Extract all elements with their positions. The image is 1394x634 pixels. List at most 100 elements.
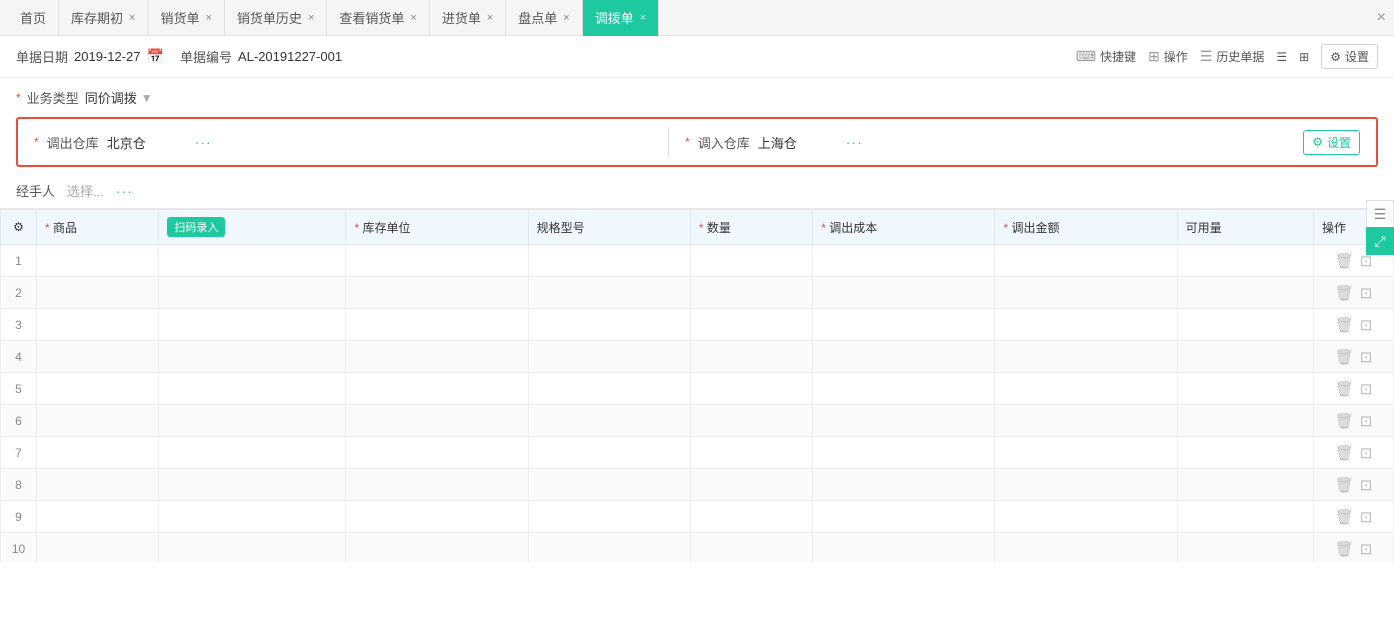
tab-close-transfer[interactable]: × [640, 12, 646, 24]
cell-amount[interactable] [995, 277, 1177, 309]
cell-available[interactable] [1177, 373, 1313, 405]
cell-qty[interactable] [690, 533, 812, 563]
operations-btn[interactable]: ⊞ 操作 [1148, 48, 1188, 65]
delete-icon[interactable]: 🗑 [1335, 348, 1354, 366]
delete-icon[interactable]: 🗑 [1335, 444, 1354, 462]
cell-cost[interactable] [813, 437, 995, 469]
cell-spec[interactable] [528, 277, 690, 309]
cell-available[interactable] [1177, 405, 1313, 437]
cell-product[interactable] [37, 373, 159, 405]
cell-qty[interactable] [690, 469, 812, 501]
list-view-btn[interactable]: ☰ [1276, 50, 1287, 64]
cell-amount[interactable] [995, 501, 1177, 533]
settings-button[interactable]: ⚙ 设置 [1321, 44, 1378, 69]
cell-cost[interactable] [813, 533, 995, 563]
right-list-btn[interactable]: ☰ [1366, 200, 1394, 228]
tab-transfer[interactable]: 调拨单 × [583, 0, 659, 36]
history-btn[interactable]: ☰ 历史单据 [1200, 48, 1265, 65]
cell-amount[interactable] [995, 469, 1177, 501]
cell-amount[interactable] [995, 373, 1177, 405]
cell-qty[interactable] [690, 309, 812, 341]
copy-icon[interactable]: ⊡ [1360, 380, 1373, 398]
delete-icon[interactable]: 🗑 [1335, 380, 1354, 398]
cell-qty[interactable] [690, 501, 812, 533]
copy-icon[interactable]: ⊡ [1360, 412, 1373, 430]
tab-home[interactable]: 首页 [8, 0, 59, 36]
cell-spec[interactable] [528, 405, 690, 437]
cell-cost[interactable] [813, 341, 995, 373]
tab-close-sales-order[interactable]: × [205, 12, 211, 24]
grid-view-btn[interactable]: ⊞ [1299, 50, 1309, 64]
cell-qty[interactable] [690, 277, 812, 309]
tab-inventory-check[interactable]: 盘点单 × [506, 0, 582, 36]
cell-unit[interactable] [346, 437, 528, 469]
cell-amount[interactable] [995, 341, 1177, 373]
cell-amount[interactable] [995, 405, 1177, 437]
cell-available[interactable] [1177, 469, 1313, 501]
cell-unit[interactable] [346, 501, 528, 533]
scan-button[interactable]: 扫码录入 [167, 217, 225, 237]
copy-icon[interactable]: ⊡ [1360, 444, 1373, 462]
tab-sales-history[interactable]: 销货单历史 × [225, 0, 327, 36]
cell-qty[interactable] [690, 341, 812, 373]
copy-icon[interactable]: ⊡ [1360, 476, 1373, 494]
cell-qty[interactable] [690, 405, 812, 437]
delete-icon[interactable]: 🗑 [1335, 412, 1354, 430]
cell-available[interactable] [1177, 437, 1313, 469]
cell-unit[interactable] [346, 245, 528, 277]
cell-spec[interactable] [528, 309, 690, 341]
tab-close-sales-history[interactable]: × [308, 12, 314, 24]
cell-spec[interactable] [528, 373, 690, 405]
copy-icon[interactable]: ⊡ [1360, 316, 1373, 334]
th-gear[interactable]: ⚙ [1, 210, 37, 245]
cell-spec[interactable] [528, 245, 690, 277]
cell-available[interactable] [1177, 501, 1313, 533]
business-type-select[interactable]: 同价调拨 ▼ [85, 88, 153, 107]
close-all-tabs[interactable]: × [1373, 5, 1390, 31]
cell-cost[interactable] [813, 309, 995, 341]
tab-close-inventory-init[interactable]: × [129, 12, 135, 24]
handler-more[interactable]: ··· [116, 183, 133, 199]
delete-icon[interactable]: 🗑 [1335, 252, 1354, 270]
cell-cost[interactable] [813, 245, 995, 277]
cell-cost[interactable] [813, 469, 995, 501]
copy-icon[interactable]: ⊡ [1360, 540, 1373, 558]
tab-view-sales[interactable]: 查看销货单 × [327, 0, 429, 36]
cell-available[interactable] [1177, 309, 1313, 341]
cell-spec[interactable] [528, 437, 690, 469]
cell-cost[interactable] [813, 405, 995, 437]
delete-icon[interactable]: 🗑 [1335, 508, 1354, 526]
cell-product[interactable] [37, 405, 159, 437]
tab-purchase-order[interactable]: 进货单 × [430, 0, 506, 36]
settings-gear-btn[interactable]: ⚙ 设置 [1303, 130, 1360, 155]
shortcuts-btn[interactable]: ⌨ 快捷键 [1076, 48, 1136, 65]
th-scan[interactable]: 扫码录入 [159, 210, 346, 245]
tab-close-view-sales[interactable]: × [410, 12, 416, 24]
cell-product[interactable] [37, 309, 159, 341]
cell-product[interactable] [37, 501, 159, 533]
cell-unit[interactable] [346, 533, 528, 563]
cell-spec[interactable] [528, 469, 690, 501]
right-expand-btn[interactable]: ⤢ [1366, 227, 1394, 255]
cell-product[interactable] [37, 533, 159, 563]
cell-unit[interactable] [346, 341, 528, 373]
cell-cost[interactable] [813, 373, 995, 405]
tab-close-inventory-check[interactable]: × [563, 12, 569, 24]
cell-spec[interactable] [528, 533, 690, 563]
calendar-icon[interactable]: 📅 [147, 48, 164, 65]
cell-available[interactable] [1177, 533, 1313, 563]
cell-product[interactable] [37, 277, 159, 309]
cell-product[interactable] [37, 469, 159, 501]
tab-sales-order[interactable]: 销货单 × [148, 0, 224, 36]
cell-qty[interactable] [690, 245, 812, 277]
cell-amount[interactable] [995, 245, 1177, 277]
cell-available[interactable] [1177, 245, 1313, 277]
handler-input[interactable]: 选择... [67, 181, 104, 200]
cell-amount[interactable] [995, 533, 1177, 563]
transfer-in-more[interactable]: ··· [846, 134, 863, 150]
cell-available[interactable] [1177, 341, 1313, 373]
cell-qty[interactable] [690, 373, 812, 405]
delete-icon[interactable]: 🗑 [1335, 284, 1354, 302]
cell-cost[interactable] [813, 277, 995, 309]
cell-unit[interactable] [346, 373, 528, 405]
